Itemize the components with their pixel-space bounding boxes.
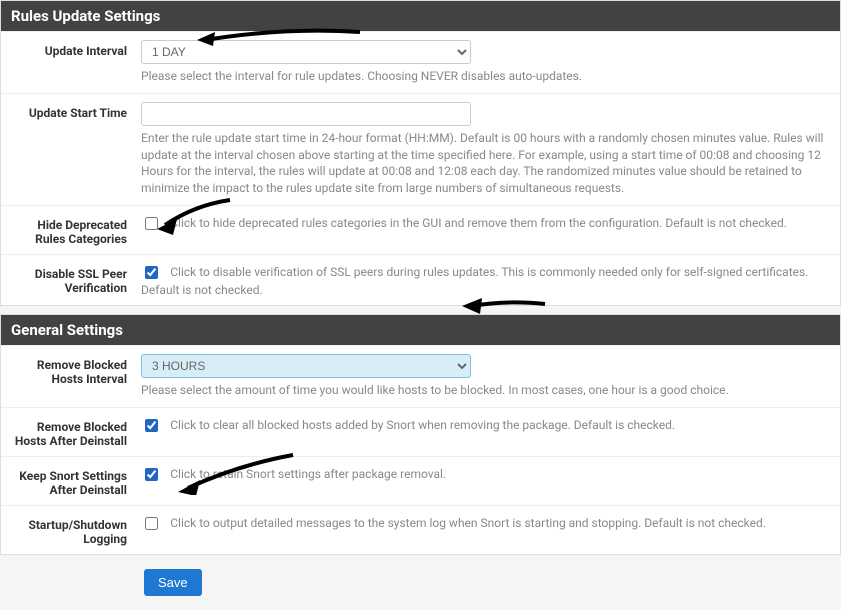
row-remove-after-deinstall: Remove Blocked Hosts After Deinstall Cli… (1, 407, 840, 456)
help-update-interval: Please select the interval for rule upda… (141, 68, 830, 85)
label-hide-deprecated: Hide Deprecated Rules Categories (11, 214, 141, 246)
label-update-start-time: Update Start Time (11, 102, 141, 120)
help-remove-interval: Please select the amount of time you wou… (141, 382, 830, 399)
label-remove-interval: Remove Blocked Hosts Interval (11, 354, 141, 386)
row-startup-logging: Startup/Shutdown Logging Click to output… (1, 505, 840, 554)
row-keep-settings: Keep Snort Settings After Deinstall Clic… (1, 456, 840, 505)
desc-disable-ssl: Click to disable verification of SSL pee… (141, 265, 808, 296)
label-startup-logging: Startup/Shutdown Logging (11, 514, 141, 546)
desc-startup-logging: Click to output detailed messages to the… (170, 516, 766, 530)
row-disable-ssl: Disable SSL Peer Verification Click to d… (1, 254, 840, 305)
desc-hide-deprecated: Click to hide deprecated rules categorie… (170, 216, 787, 230)
label-disable-ssl: Disable SSL Peer Verification (11, 263, 141, 295)
select-remove-interval[interactable]: 3 HOURS (141, 354, 471, 378)
row-update-interval: Update Interval 1 DAY Please select the … (1, 31, 840, 93)
checkbox-startup-logging[interactable] (145, 517, 158, 530)
general-settings-header: General Settings (1, 315, 840, 345)
select-update-interval[interactable]: 1 DAY (141, 40, 471, 64)
rules-update-panel: Rules Update Settings Update Interval 1 … (0, 0, 841, 306)
desc-remove-after-deinstall: Click to clear all blocked hosts added b… (170, 418, 675, 432)
row-remove-interval: Remove Blocked Hosts Interval 3 HOURS Pl… (1, 345, 840, 407)
label-update-interval: Update Interval (11, 40, 141, 58)
input-update-start-time[interactable] (141, 102, 471, 126)
rules-update-header: Rules Update Settings (1, 1, 840, 31)
checkbox-hide-deprecated[interactable] (145, 217, 158, 230)
checkbox-keep-settings[interactable] (145, 468, 158, 481)
row-update-start-time: Update Start Time Enter the rule update … (1, 93, 840, 205)
checkbox-disable-ssl[interactable] (145, 266, 158, 279)
general-settings-panel: General Settings Remove Blocked Hosts In… (0, 314, 841, 555)
label-keep-settings: Keep Snort Settings After Deinstall (11, 465, 141, 497)
desc-keep-settings: Click to retain Snort settings after pac… (170, 467, 446, 481)
row-hide-deprecated: Hide Deprecated Rules Categories Click t… (1, 205, 840, 254)
help-update-start-time: Enter the rule update start time in 24-h… (141, 130, 830, 197)
label-remove-after-deinstall: Remove Blocked Hosts After Deinstall (11, 416, 141, 448)
save-button[interactable]: Save (144, 569, 202, 596)
checkbox-remove-after-deinstall[interactable] (145, 419, 158, 432)
